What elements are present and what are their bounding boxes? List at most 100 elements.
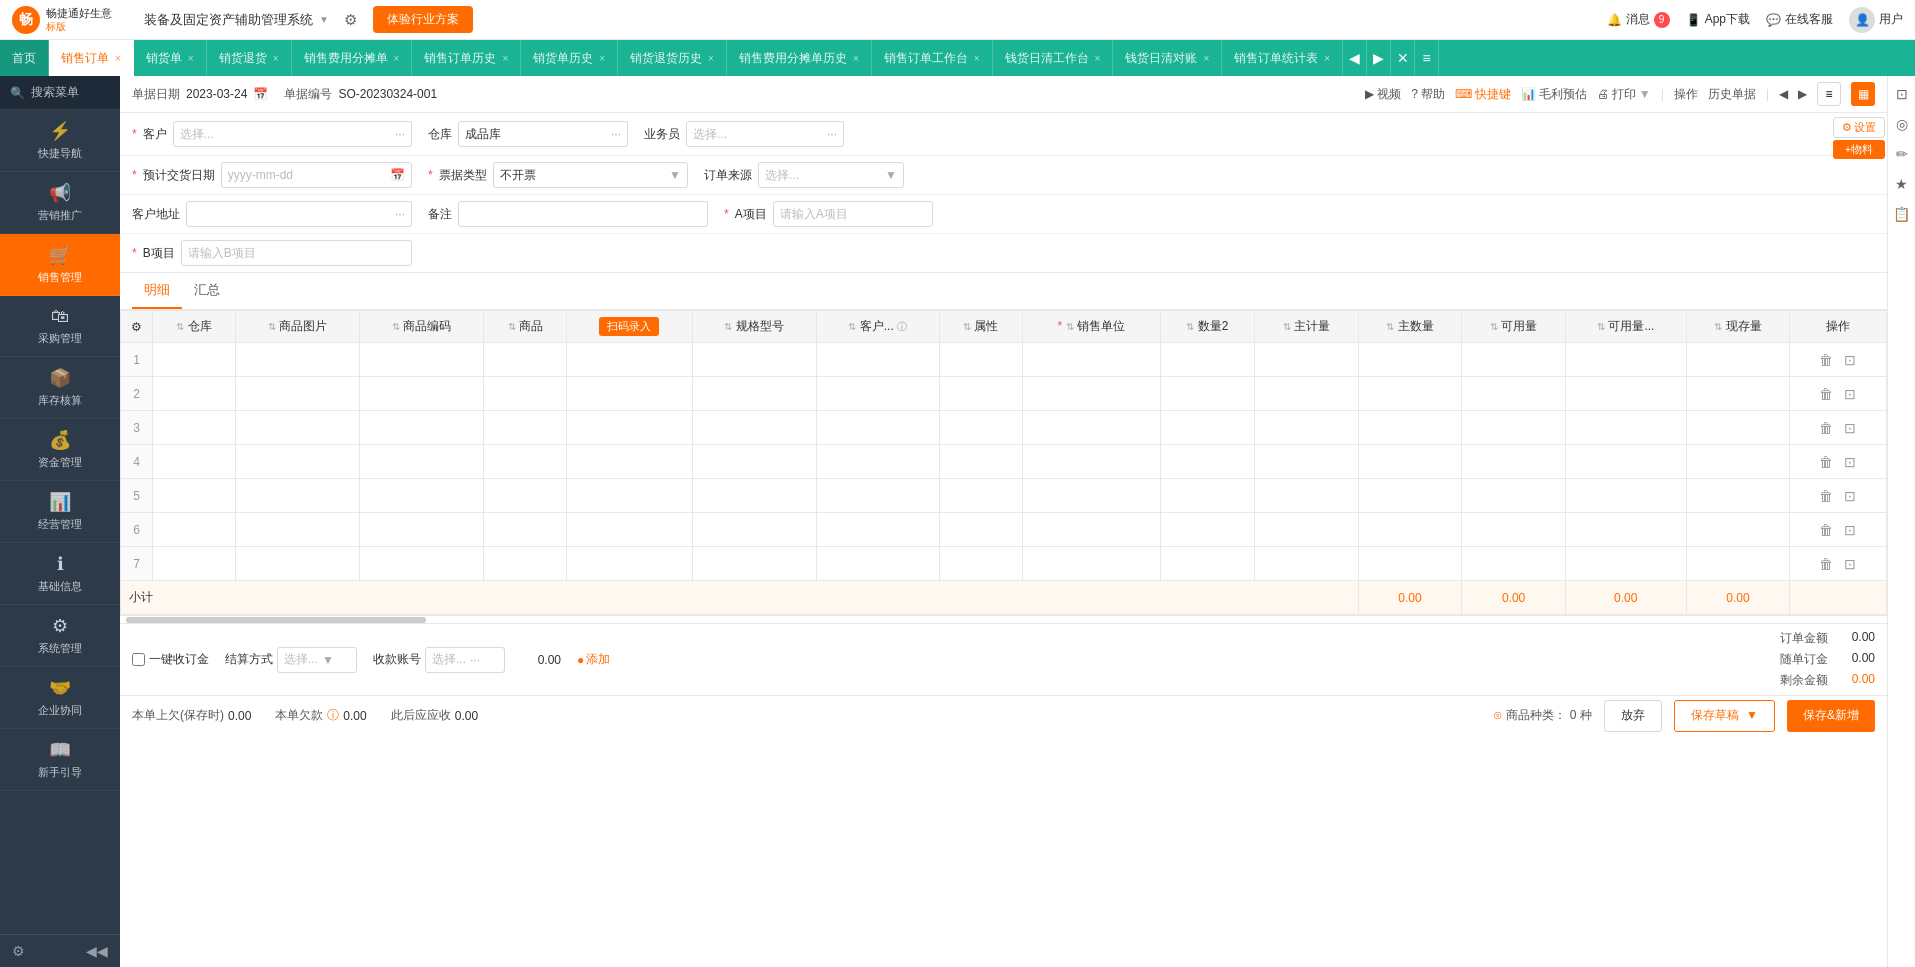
cell-current-7[interactable] — [1686, 547, 1790, 581]
cell-qty2-3[interactable] — [1160, 411, 1254, 445]
cell-unit-2[interactable] — [1022, 377, 1160, 411]
row-copy-btn-1[interactable]: ⊡ — [1840, 350, 1860, 370]
cell-warehouse-1[interactable] — [153, 343, 236, 377]
row-copy-btn-7[interactable]: ⊡ — [1840, 554, 1860, 574]
cell-available-6[interactable] — [1462, 513, 1566, 547]
sidebar-item-quick-nav[interactable]: ⚡ 快捷导航 — [0, 110, 120, 172]
cell-qty2-6[interactable] — [1160, 513, 1254, 547]
toolbar-video-btn[interactable]: ▶ 视频 — [1365, 86, 1401, 103]
cell-product-3[interactable] — [484, 411, 567, 445]
tab-cash-workbench[interactable]: 钱货日清工作台 × — [993, 40, 1114, 76]
cell-available2-4[interactable] — [1565, 445, 1686, 479]
toolbar-shortcut-btn[interactable]: ⌨ 快捷键 — [1455, 86, 1511, 103]
cell-available2-5[interactable] — [1565, 479, 1686, 513]
cell-image-7[interactable] — [235, 547, 359, 581]
cell-qty2-7[interactable] — [1160, 547, 1254, 581]
cell-spec-7[interactable] — [692, 547, 816, 581]
cell-current-4[interactable] — [1686, 445, 1790, 479]
tab-close-icon[interactable]: × — [708, 53, 714, 64]
cell-qty2-5[interactable] — [1160, 479, 1254, 513]
toolbar-actions-btn[interactable]: 操作 — [1674, 86, 1698, 103]
project-b-input[interactable]: 请输入B项目 — [181, 240, 412, 266]
cell-main-qty-4[interactable] — [1358, 445, 1462, 479]
cell-image-2[interactable] — [235, 377, 359, 411]
toolbar-grid-view-btn[interactable]: ▦ — [1851, 82, 1875, 106]
system-name[interactable]: 装备及固定资产辅助管理系统 ▼ — [144, 11, 329, 29]
tab-close-icon[interactable]: × — [853, 53, 859, 64]
sidebar-item-finance[interactable]: 💰 资金管理 — [0, 419, 120, 481]
cell-customer-code-1[interactable] — [816, 343, 939, 377]
tab-close-icon[interactable]: × — [599, 53, 605, 64]
cell-main-unit-5[interactable] — [1255, 479, 1359, 513]
rp-icon-2[interactable]: ◎ — [1890, 112, 1914, 136]
tab-close-icon[interactable]: × — [974, 53, 980, 64]
sidebar-item-sales[interactable]: 🛒 销售管理 — [0, 234, 120, 296]
quick-checkout-label[interactable]: 一键收订金 — [132, 651, 209, 668]
toolbar-print-btn[interactable]: 🖨 打印 ▼ — [1597, 86, 1651, 103]
cell-main-unit-1[interactable] — [1255, 343, 1359, 377]
cell-spec-1[interactable] — [692, 343, 816, 377]
scan-btn[interactable]: 扫码录入 — [599, 317, 659, 336]
cell-main-unit-4[interactable] — [1255, 445, 1359, 479]
tab-sales-slip[interactable]: 销货单 × — [134, 40, 207, 76]
row-delete-btn-2[interactable]: 🗑 — [1816, 384, 1836, 404]
tab-workbench[interactable]: 销售订单工作台 × — [872, 40, 993, 76]
cell-warehouse-5[interactable] — [153, 479, 236, 513]
row-delete-btn-5[interactable]: 🗑 — [1816, 486, 1836, 506]
cell-product-1[interactable] — [484, 343, 567, 377]
cell-unit-6[interactable] — [1022, 513, 1160, 547]
sidebar-item-base[interactable]: ℹ 基础信息 — [0, 543, 120, 605]
cell-warehouse-6[interactable] — [153, 513, 236, 547]
row-delete-btn-7[interactable]: 🗑 — [1816, 554, 1836, 574]
cell-current-1[interactable] — [1686, 343, 1790, 377]
address-input[interactable]: ··· — [186, 201, 412, 227]
toolbar-next-btn[interactable]: ▶ — [1798, 87, 1807, 101]
cell-attribute-5[interactable] — [939, 479, 1022, 513]
sidebar-item-system[interactable]: ⚙ 系统管理 — [0, 605, 120, 667]
save-draft-arrow[interactable]: ▼ — [1746, 708, 1758, 722]
cell-unit-5[interactable] — [1022, 479, 1160, 513]
tab-sales-return[interactable]: 销货退货 × — [207, 40, 292, 76]
app-download-btn[interactable]: 📱 App下载 — [1686, 11, 1750, 28]
cell-code-2[interactable] — [360, 377, 484, 411]
cell-unit-7[interactable] — [1022, 547, 1160, 581]
rp-icon-1[interactable]: ⊡ — [1890, 82, 1914, 106]
tab-cash-reconcile[interactable]: 钱货日清对账 × — [1113, 40, 1222, 76]
tab-return-history[interactable]: 销货退货历史 × — [618, 40, 727, 76]
rp-icon-5[interactable]: 📋 — [1890, 202, 1914, 226]
cell-available2-2[interactable] — [1565, 377, 1686, 411]
sidebar-item-guide[interactable]: 📖 新手引导 — [0, 729, 120, 791]
rp-icon-4[interactable]: ★ — [1890, 172, 1914, 196]
cell-available2-3[interactable] — [1565, 411, 1686, 445]
cell-spec-4[interactable] — [692, 445, 816, 479]
project-a-input[interactable]: 请输入A项目 — [773, 201, 933, 227]
cell-attribute-6[interactable] — [939, 513, 1022, 547]
row-copy-btn-3[interactable]: ⊡ — [1840, 418, 1860, 438]
curr-debt-info-icon[interactable]: ⓘ — [327, 707, 339, 724]
cell-attribute-3[interactable] — [939, 411, 1022, 445]
tab-sales-fee[interactable]: 销售费用分摊单 × — [292, 40, 413, 76]
cell-attribute-4[interactable] — [939, 445, 1022, 479]
cell-attribute-1[interactable] — [939, 343, 1022, 377]
th-settings[interactable]: ⚙ — [121, 311, 153, 343]
cell-main-qty-2[interactable] — [1358, 377, 1462, 411]
row-copy-btn-2[interactable]: ⊡ — [1840, 384, 1860, 404]
cell-product-4[interactable] — [484, 445, 567, 479]
quick-checkout-checkbox[interactable] — [132, 653, 145, 666]
sidebar-item-operations[interactable]: 📊 经营管理 — [0, 481, 120, 543]
scrollbar-thumb[interactable] — [126, 617, 426, 623]
settings-bottom-icon[interactable]: ⚙ — [12, 943, 25, 959]
cell-spec-2[interactable] — [692, 377, 816, 411]
cell-image-3[interactable] — [235, 411, 359, 445]
add-material-btn[interactable]: +物料 — [1833, 140, 1885, 159]
save-new-btn[interactable]: 保存&新增 — [1787, 700, 1875, 732]
tab-close-icon[interactable]: × — [188, 53, 194, 64]
tab-slip-history[interactable]: 销货单历史 × — [521, 40, 618, 76]
order-source-input[interactable]: 选择... ▼ — [758, 162, 904, 188]
cell-code-5[interactable] — [360, 479, 484, 513]
toolbar-prev-btn[interactable]: ◀ — [1779, 87, 1788, 101]
cell-product-2[interactable] — [484, 377, 567, 411]
product-count-icon[interactable]: ⊙ — [1493, 708, 1503, 722]
cell-image-6[interactable] — [235, 513, 359, 547]
tab-close-icon[interactable]: × — [502, 53, 508, 64]
